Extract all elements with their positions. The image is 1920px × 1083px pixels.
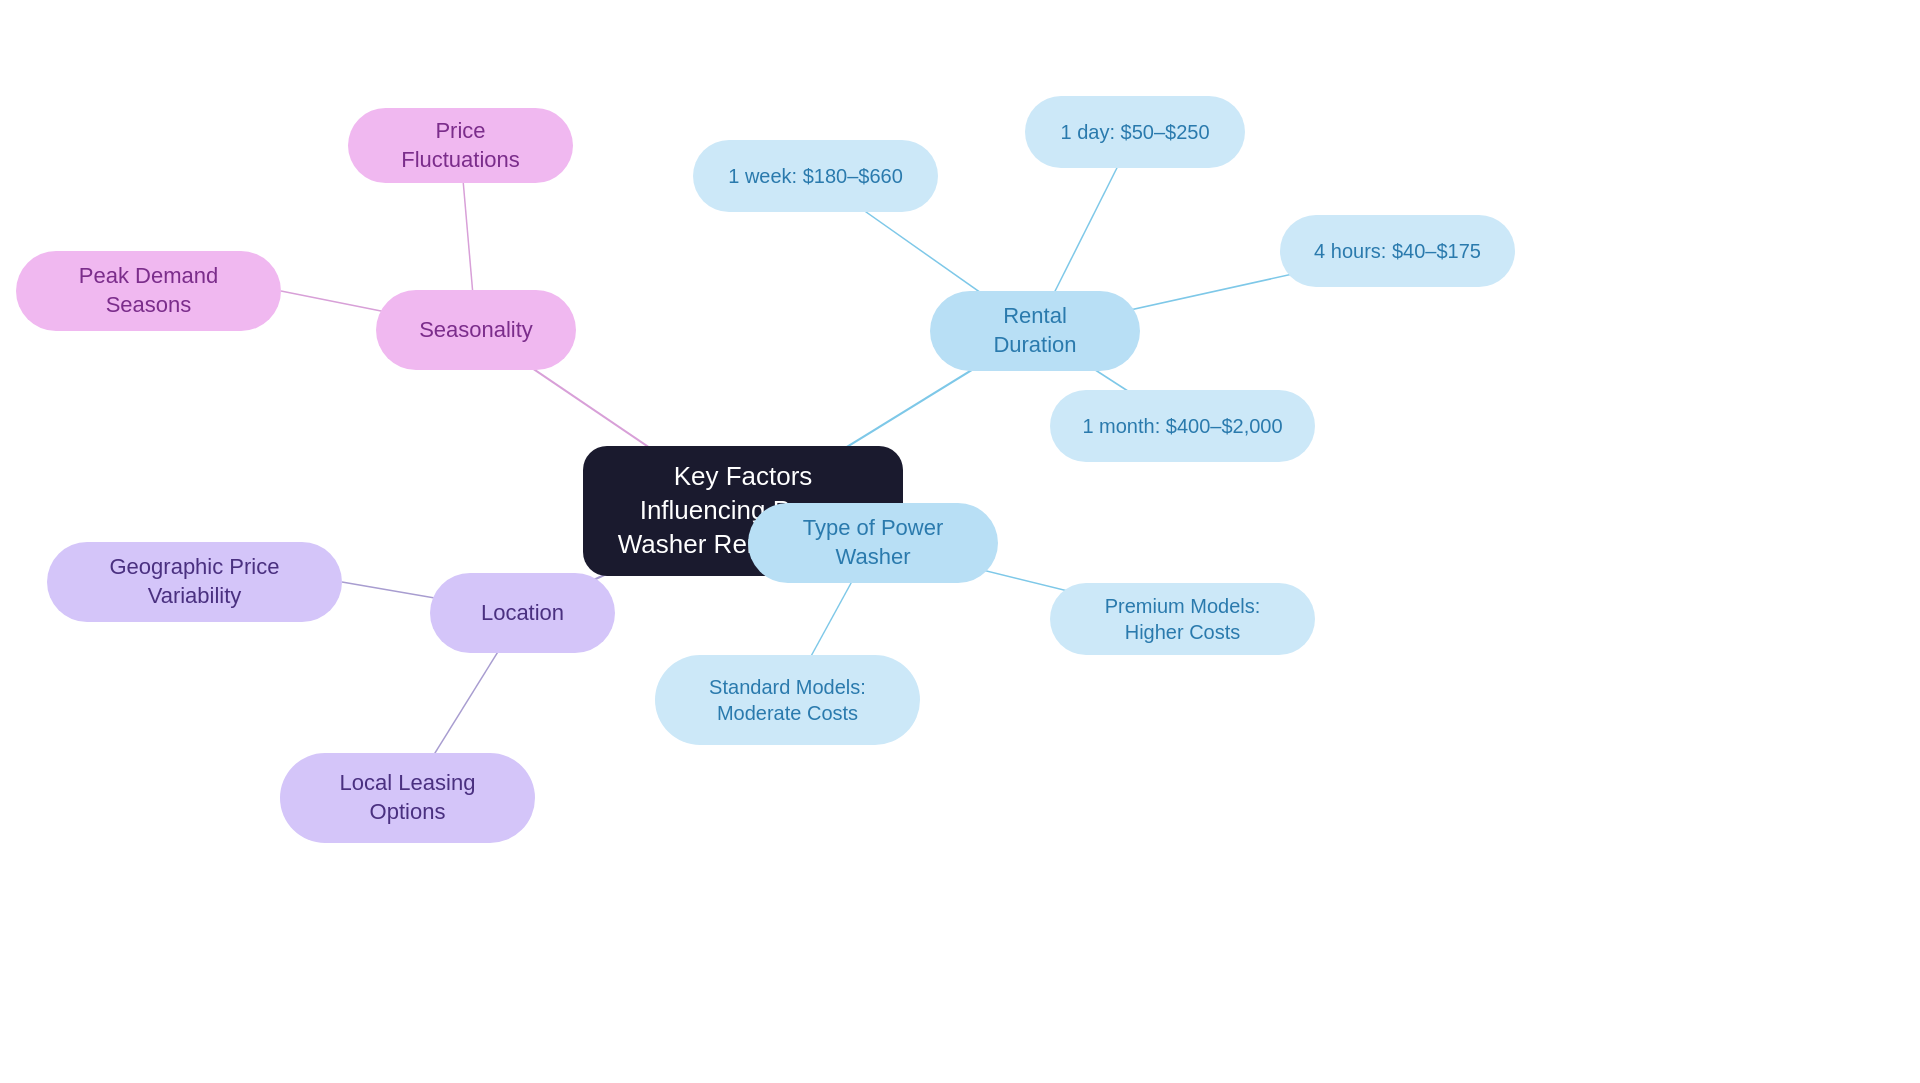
price-fluctuations-node: Price Fluctuations [348,108,573,183]
four-hours-node: 4 hours: $40–$175 [1280,215,1515,287]
one-day-node: 1 day: $50–$250 [1025,96,1245,168]
peak-demand-node: Peak Demand Seasons [16,251,281,331]
standard-models-node: Standard Models: Moderate Costs [655,655,920,745]
one-month-node: 1 month: $400–$2,000 [1050,390,1315,462]
location-node: Location [430,573,615,653]
rental-duration-node: Rental Duration [930,291,1140,371]
local-leasing-node: Local Leasing Options [280,753,535,843]
type-washer-node: Type of Power Washer [748,503,998,583]
premium-models-node: Premium Models: Higher Costs [1050,583,1315,655]
seasonality-node: Seasonality [376,290,576,370]
geo-variability-node: Geographic Price Variability [47,542,342,622]
one-week-node: 1 week: $180–$660 [693,140,938,212]
